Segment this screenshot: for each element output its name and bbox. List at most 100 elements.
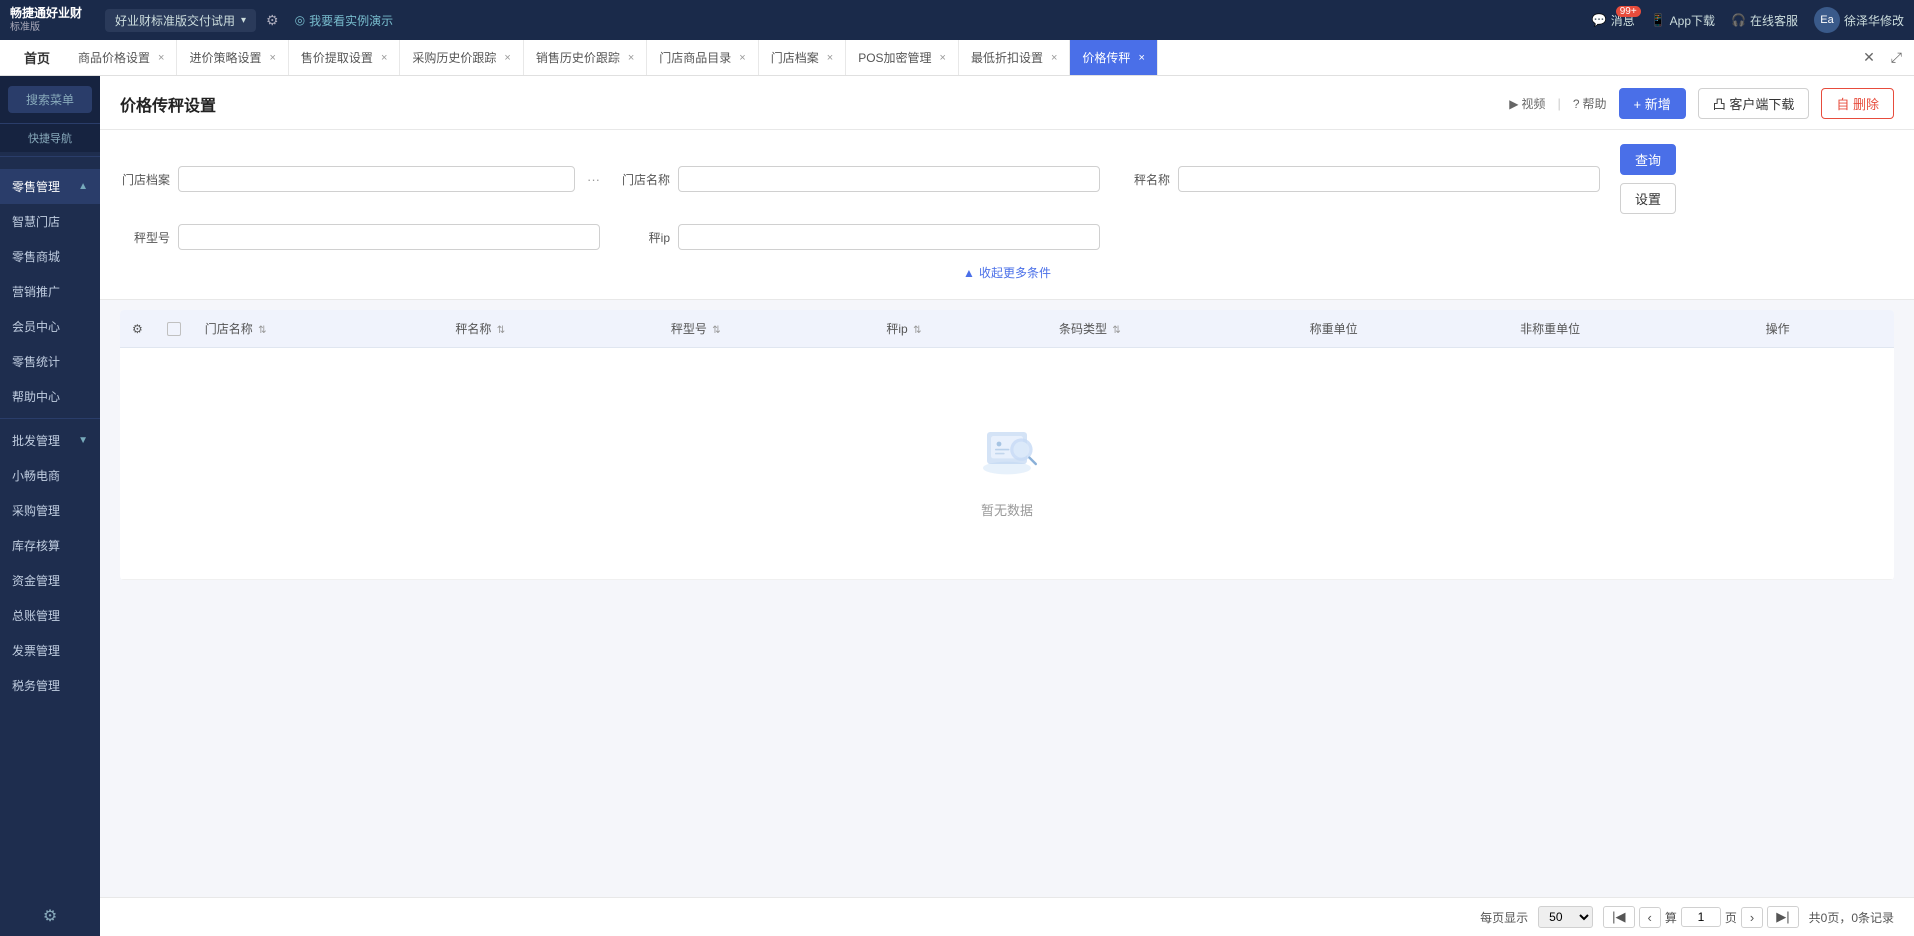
sidebar-item-wholesale[interactable]: 批发管理 ▼: [0, 423, 100, 458]
scale-model-filter: 秤型号: [120, 224, 600, 250]
tab-store-catalog[interactable]: 门店商品目录 ×: [647, 40, 758, 76]
user-name: 徐泽华修改: [1844, 12, 1904, 29]
chevron-down-icon: ▾: [241, 15, 246, 26]
sidebar-item-retail-mall[interactable]: 零售商城: [0, 239, 100, 274]
next-page-button[interactable]: ›: [1741, 907, 1763, 928]
help-label: 帮助: [1583, 95, 1607, 112]
tab-sales-history[interactable]: 销售历史价跟踪 ×: [524, 40, 647, 76]
tab-min-discount[interactable]: 最低折扣设置 ×: [959, 40, 1070, 76]
sidebar-item-finance[interactable]: 资金管理: [0, 563, 100, 598]
demo-text: 我要看实例演示: [309, 12, 393, 29]
sort-icon: ⇅: [1112, 325, 1120, 336]
close-icon[interactable]: ×: [739, 52, 745, 64]
sidebar-item-tax[interactable]: 税务管理: [0, 668, 100, 703]
sidebar-item-smart-store[interactable]: 智慧门店: [0, 204, 100, 239]
close-icon[interactable]: ×: [628, 52, 634, 64]
first-page-button[interactable]: |◀: [1603, 906, 1634, 928]
sidebar-item-retail-management[interactable]: 零售管理 ▲: [0, 169, 100, 204]
delete-button[interactable]: 自 删除: [1821, 88, 1894, 119]
last-page-button[interactable]: ▶|: [1767, 906, 1798, 928]
tab-sale-extract[interactable]: 售价提取设置 ×: [289, 40, 400, 76]
close-icon[interactable]: ×: [1051, 52, 1057, 64]
th-store-name: 门店名称 ⇅: [193, 310, 444, 348]
sidebar-item-ecommerce[interactable]: 小畅电商: [0, 458, 100, 493]
online-service-button[interactable]: 🎧 在线客服: [1731, 12, 1798, 29]
tab-pos-management[interactable]: POS加密管理 ×: [846, 40, 959, 76]
logo-area: 畅捷通好业财 标准版: [10, 6, 90, 35]
version-selector[interactable]: 好业财标准版交付试用 ▾: [105, 9, 256, 32]
th-settings: ⚙: [120, 310, 155, 348]
demo-link[interactable]: ◎ 我要看实例演示: [295, 12, 394, 29]
quick-nav-link[interactable]: 快捷导航: [0, 123, 100, 152]
user-menu[interactable]: Ea 徐泽华修改: [1814, 7, 1904, 33]
tab-price-settings[interactable]: 商品价格设置 ×: [66, 40, 177, 76]
app-download-button[interactable]: 📱 App下载: [1651, 12, 1715, 29]
page-actions: ▶ 视频 | ? 帮助 + 新增 凸 客户端下载 自 删除: [1509, 88, 1894, 119]
store-archive-picker-icon[interactable]: ···: [587, 172, 600, 187]
sidebar-item-member-center[interactable]: 会员中心: [0, 309, 100, 344]
store-archive-input[interactable]: [178, 166, 575, 192]
search-menu-button[interactable]: 搜索菜单: [8, 86, 92, 113]
video-label: 视频: [1521, 95, 1545, 112]
version-label: 好业财标准版交付试用: [115, 12, 235, 29]
close-window-icon[interactable]: ✕: [1859, 45, 1879, 70]
sidebar-item-inventory[interactable]: 库存核算: [0, 528, 100, 563]
close-icon[interactable]: ×: [504, 52, 510, 64]
table-gear-icon[interactable]: ⚙: [132, 322, 143, 336]
sidebar-item-purchase[interactable]: 采购管理: [0, 493, 100, 528]
fullscreen-icon[interactable]: ⤢: [1887, 45, 1906, 70]
content-area: 价格传秤设置 ▶ 视频 | ? 帮助 + 新增 凸 客户端下载 自 删除: [100, 76, 1914, 936]
sidebar-settings-icon[interactable]: ⚙: [43, 906, 57, 926]
close-icon[interactable]: ×: [940, 52, 946, 64]
empty-text: 暂无数据: [981, 500, 1033, 519]
scale-model-input[interactable]: [178, 224, 600, 250]
select-all-checkbox[interactable]: [167, 322, 181, 336]
download-client-button[interactable]: 凸 客户端下载: [1698, 88, 1810, 119]
close-icon[interactable]: ×: [269, 52, 275, 64]
close-icon[interactable]: ×: [158, 52, 164, 64]
messages-button[interactable]: 💬 消息 99+: [1592, 12, 1635, 29]
pagination-nav: |◀ ‹ 算 页 › ▶|: [1603, 906, 1798, 928]
close-icon[interactable]: ×: [381, 52, 387, 64]
pagination-bar: 每页显示 10 20 50 100 |◀ ‹ 算 页 › ▶| 共0页，0条记录: [100, 897, 1914, 936]
demo-icon: ◎: [295, 13, 305, 27]
page-number-input[interactable]: [1681, 907, 1721, 927]
empty-state: 暂无数据: [120, 348, 1894, 579]
sidebar-item-help-center[interactable]: 帮助中心: [0, 379, 100, 414]
set-button[interactable]: 设置: [1620, 183, 1676, 214]
collapse-filter-button[interactable]: ▲ 收起更多条件: [120, 260, 1894, 285]
sidebar-item-ledger[interactable]: 总账管理: [0, 598, 100, 633]
query-button[interactable]: 查询: [1620, 144, 1676, 175]
sidebar-item-retail-stats[interactable]: 零售统计: [0, 344, 100, 379]
tab-home[interactable]: 首页: [8, 48, 66, 67]
download-icon: 📱: [1651, 13, 1666, 27]
th-scale-model: 秤型号 ⇅: [659, 310, 875, 348]
video-link[interactable]: ▶ 视频: [1509, 95, 1545, 112]
main-layout: 搜索菜单 快捷导航 零售管理 ▲ 智慧门店 零售商城 营销推广 会员中心 零售统…: [0, 76, 1914, 936]
tab-store-archive[interactable]: 门店档案 ×: [759, 40, 846, 76]
th-non-weight-unit: 非称重单位: [1508, 310, 1754, 348]
logo-sub: 标准版: [10, 21, 90, 34]
total-info: 共0页，0条记录: [1809, 909, 1894, 926]
store-name-input[interactable]: [678, 166, 1100, 192]
tab-purchase-history[interactable]: 采购历史价跟踪 ×: [400, 40, 523, 76]
add-button[interactable]: + 新增: [1619, 88, 1686, 119]
filter-row-2: 秤型号 秤ip: [120, 224, 1894, 250]
close-icon[interactable]: ×: [827, 52, 833, 64]
scale-ip-input[interactable]: [678, 224, 1100, 250]
settings-icon[interactable]: ⚙: [262, 8, 283, 33]
page-size-select[interactable]: 10 20 50 100: [1538, 906, 1593, 928]
close-icon[interactable]: ×: [1138, 52, 1144, 64]
prev-page-button[interactable]: ‹: [1639, 907, 1661, 928]
tab-purchase-strategy[interactable]: 进价策略设置 ×: [177, 40, 288, 76]
help-link[interactable]: ? 帮助: [1573, 95, 1607, 112]
scale-name-input[interactable]: [1178, 166, 1600, 192]
sidebar-item-invoice[interactable]: 发票管理: [0, 633, 100, 668]
scale-model-label: 秤型号: [120, 229, 170, 246]
tab-price-scale[interactable]: 价格传秤 ×: [1070, 40, 1157, 76]
sidebar-item-marketing[interactable]: 营销推广: [0, 274, 100, 309]
sidebar-bottom: ⚙: [0, 896, 100, 936]
scale-ip-label: 秤ip: [620, 229, 670, 246]
data-table: ⚙ 门店名称 ⇅ 秤名称 ⇅: [120, 310, 1894, 580]
page-title-row: 价格传秤设置 ▶ 视频 | ? 帮助 + 新增 凸 客户端下载 自 删除: [120, 88, 1894, 129]
